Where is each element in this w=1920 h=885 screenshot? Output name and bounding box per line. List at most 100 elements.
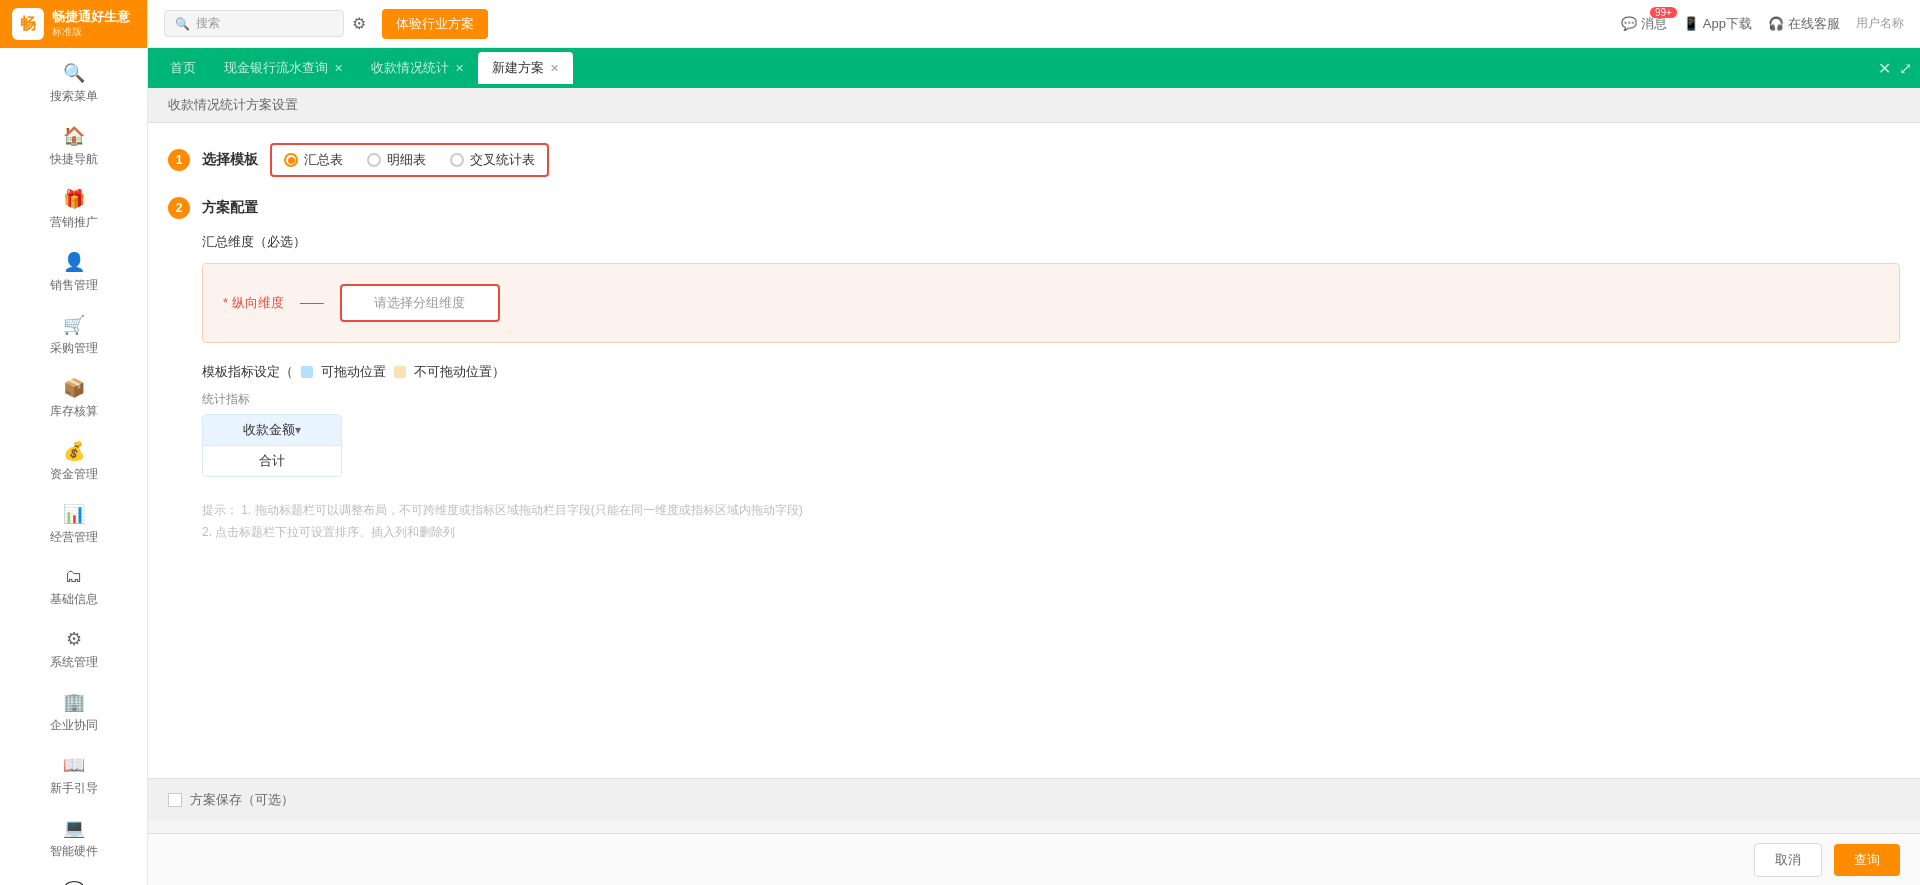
money-icon: 💰 — [63, 440, 85, 462]
sidebar-item-label: 搜索菜单 — [50, 88, 98, 105]
folder-icon: 🗂 — [65, 566, 83, 587]
sidebar-item-sales[interactable]: 👤 销售管理 — [0, 241, 147, 304]
dimension-section-label: 汇总维度（必选） — [202, 233, 1900, 251]
bell-icon: 💬 — [1621, 16, 1637, 31]
search-icon: 🔍 — [63, 62, 85, 84]
gear-icon: ⚙ — [66, 628, 82, 650]
dimension-area: * 纵向维度 —— 请选择分组维度 — [202, 263, 1900, 343]
sidebar-item-finance[interactable]: 💰 资金管理 — [0, 430, 147, 493]
dimension-row: * 纵向维度 —— 请选择分组维度 — [223, 284, 1879, 322]
metrics-table-header[interactable]: 收款金额 ▾ — [203, 415, 341, 446]
content-area: 收款情况统计方案设置 1 选择模板 汇总表 明细表 — [148, 88, 1920, 833]
metrics-table-cell: 合计 — [203, 446, 341, 476]
search-box[interactable]: 🔍 搜索 — [164, 10, 344, 37]
step2-header: 2 方案配置 — [168, 197, 1900, 219]
sidebar-item-label: 采购管理 — [50, 340, 98, 357]
cancel-button[interactable]: 取消 — [1754, 843, 1822, 877]
sidebar-item-label: 营销推广 — [50, 214, 98, 231]
step1-num: 1 — [168, 149, 190, 171]
box-icon: 📦 — [63, 377, 85, 399]
tab-bank-flow-close[interactable]: ✕ — [334, 62, 343, 75]
radio-detail-dot — [367, 153, 381, 167]
sidebar-item-inventory[interactable]: 📦 库存核算 — [0, 367, 147, 430]
sidebar-item-marketing[interactable]: 🎁 营销推广 — [0, 178, 147, 241]
breadcrumb: 收款情况统计方案设置 — [148, 88, 1920, 123]
sidebar-item-label: 资金管理 — [50, 466, 98, 483]
sidebar-item-label: 智能硬件 — [50, 843, 98, 860]
query-button[interactable]: 查询 — [1834, 844, 1900, 876]
tab-receipt-stats-label: 收款情况统计 — [371, 59, 449, 77]
sidebar-item-system[interactable]: ⚙ 系统管理 — [0, 618, 147, 681]
sidebar-item-label: 系统管理 — [50, 654, 98, 671]
laptop-icon: 💻 — [63, 817, 85, 839]
radio-summary[interactable]: 汇总表 — [284, 151, 343, 169]
radio-summary-dot — [284, 153, 298, 167]
sidebar-item-guide[interactable]: 📖 新手引导 — [0, 744, 147, 807]
tab-new-scheme[interactable]: 新建方案 ✕ — [478, 52, 573, 84]
sidebar-item-wechat[interactable]: 💬 企业微信 — [0, 870, 147, 885]
building-icon: 🏢 — [63, 691, 85, 713]
tab-new-scheme-label: 新建方案 — [492, 59, 544, 77]
tab-receipt-stats-close[interactable]: ✕ — [455, 62, 464, 75]
sidebar-item-label: 库存核算 — [50, 403, 98, 420]
sidebar-item-label: 新手引导 — [50, 780, 98, 797]
gift-icon: 🎁 — [63, 188, 85, 210]
draggable-badge — [301, 366, 313, 378]
topbar-right: 💬 消息 99+ 📱 App下载 🎧 在线客服 用户名称 — [1621, 15, 1904, 33]
stats-label: 统计指标 — [202, 391, 342, 408]
sidebar-item-label: 企业协同 — [50, 717, 98, 734]
industry-button[interactable]: 体验行业方案 — [382, 9, 488, 39]
vertical-dim-label: * 纵向维度 — [223, 294, 284, 312]
tab-expand-icon[interactable]: ⤢ — [1899, 59, 1912, 78]
dimension-select[interactable]: 请选择分组维度 — [340, 284, 500, 322]
settings-icon[interactable]: ⚙ — [352, 14, 366, 33]
logo-icon: 畅 — [12, 8, 44, 40]
service-icon: 🎧 — [1768, 16, 1784, 31]
tip-line-2: 2. 点击标题栏下拉可设置排序、插入列和删除列 — [202, 522, 1900, 544]
radio-detail-label: 明细表 — [387, 151, 426, 169]
tab-bank-flow[interactable]: 现金银行流水查询 ✕ — [210, 52, 357, 84]
tab-receipt-stats[interactable]: 收款情况统计 ✕ — [357, 52, 478, 84]
tab-home[interactable]: 首页 — [156, 52, 210, 84]
radio-detail[interactable]: 明细表 — [367, 151, 426, 169]
topbar-search: 🔍 搜索 ⚙ — [164, 10, 366, 37]
step1-header: 1 选择模板 汇总表 明细表 交叉统计表 — [168, 143, 1900, 177]
notification-button[interactable]: 💬 消息 99+ — [1621, 15, 1667, 33]
sidebar-item-basic-info[interactable]: 🗂 基础信息 — [0, 556, 147, 618]
user-name: 用户名称 — [1856, 15, 1904, 32]
person-icon: 👤 — [63, 251, 85, 273]
tab-close-all-icon[interactable]: ✕ — [1878, 59, 1891, 78]
tip-area: 提示： 1. 拖动标题栏可以调整布局，不可跨维度或指标区域拖动栏目字段(只能在同… — [202, 500, 1900, 543]
tab-bank-flow-label: 现金银行流水查询 — [224, 59, 328, 77]
save-scheme-checkbox[interactable] — [168, 793, 182, 807]
template-options: 汇总表 明细表 交叉统计表 — [270, 143, 549, 177]
download-label: App下载 — [1703, 15, 1752, 33]
step2-title: 方案配置 — [202, 199, 258, 217]
notif-badge: 99+ — [1650, 7, 1677, 18]
sidebar-item-hardware[interactable]: 💻 智能硬件 — [0, 807, 147, 870]
metrics-config-text: 模板指标设定（ — [202, 363, 293, 381]
metrics-label-row: 模板指标设定（ 可拖动位置 不可拖动位置） — [202, 363, 1900, 381]
sidebar-item-enterprise[interactable]: 🏢 企业协同 — [0, 681, 147, 744]
radio-cross-label: 交叉统计表 — [470, 151, 535, 169]
book-icon: 📖 — [63, 754, 85, 776]
metrics-header-text: 收款金额 — [243, 421, 295, 439]
sidebar-item-purchase[interactable]: 🛒 采购管理 — [0, 304, 147, 367]
sidebar-item-operations[interactable]: 📊 经营管理 — [0, 493, 147, 556]
step2-num: 2 — [168, 197, 190, 219]
radio-cross[interactable]: 交叉统计表 — [450, 151, 535, 169]
sidebar-item-label: 基础信息 — [50, 591, 98, 608]
sidebar-item-quick-nav[interactable]: 🏠 快捷导航 — [0, 115, 147, 178]
step1-title: 选择模板 — [202, 151, 258, 169]
dropdown-icon[interactable]: ▾ — [295, 423, 301, 437]
tip-line-1: 提示： 1. 拖动标题栏可以调整布局，不可跨维度或指标区域拖动栏目字段(只能在同… — [202, 500, 1900, 522]
tabbar-right: ✕ ⤢ — [1878, 59, 1912, 78]
search-icon: 🔍 — [175, 17, 190, 31]
online-service-button[interactable]: 🎧 在线客服 — [1768, 15, 1840, 33]
sidebar-item-search[interactable]: 🔍 搜索菜单 — [0, 52, 147, 115]
chart-icon: 📊 — [63, 503, 85, 525]
tab-new-scheme-close[interactable]: ✕ — [550, 62, 559, 75]
app-download-button[interactable]: 📱 App下载 — [1683, 15, 1752, 33]
arrow: —— — [300, 296, 324, 310]
footer-section: 方案保存（可选） — [148, 778, 1920, 821]
